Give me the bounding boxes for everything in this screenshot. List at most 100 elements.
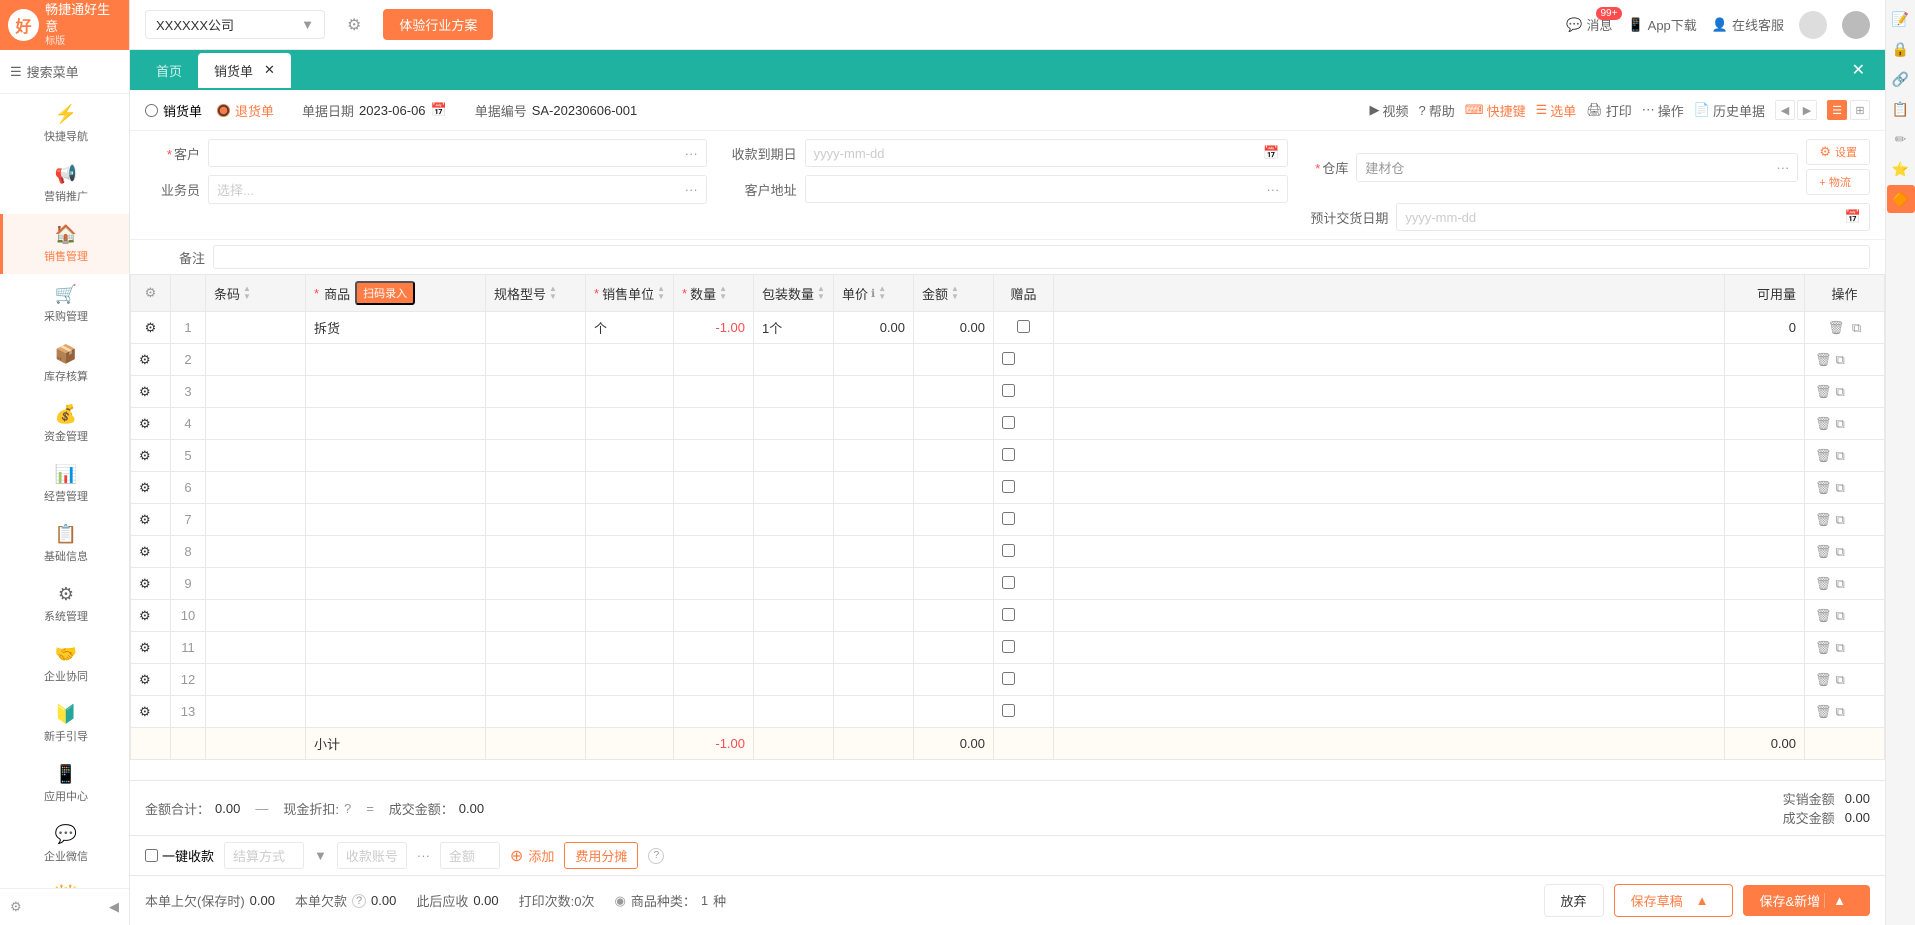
sidebar-item-inventory[interactable]: 📦 库存核算 xyxy=(0,334,129,394)
save-draft-chevron-icon[interactable]: ▲ xyxy=(1687,893,1717,908)
action-history[interactable]: 📄 历史单据 xyxy=(1694,101,1765,120)
right-panel-icon-6[interactable]: ⭐ xyxy=(1887,155,1915,183)
trial-button[interactable]: 体验行业方案 xyxy=(383,9,493,40)
row1-product[interactable]: 拆货 xyxy=(306,312,486,344)
warehouse-input[interactable]: 建材仓 ··· xyxy=(1356,153,1798,182)
r3-settings[interactable]: ⚙ xyxy=(131,376,171,408)
app-download-item[interactable]: 📱 App下载 xyxy=(1627,15,1696,34)
r8-delete[interactable]: 🗑 xyxy=(1815,544,1832,559)
online-service-item[interactable]: 👤 在线客服 xyxy=(1712,15,1784,34)
r13-copy[interactable]: ⧉ xyxy=(1836,704,1845,719)
calendar-icon[interactable]: 📅 xyxy=(431,102,447,118)
avatar[interactable] xyxy=(1799,11,1827,39)
sidebar-item-sales[interactable]: 🏠 销售管理 xyxy=(0,214,129,274)
row1-settings[interactable]: ⚙ xyxy=(131,312,171,344)
r7-settings[interactable]: ⚙ xyxy=(131,504,171,536)
r11-delete[interactable]: 🗑 xyxy=(1815,640,1832,655)
row1-qty[interactable]: -1.00 xyxy=(674,312,754,344)
r7-delete[interactable]: 🗑 xyxy=(1815,512,1832,527)
r9-settings[interactable]: ⚙ xyxy=(131,568,171,600)
r3-delete[interactable]: 🗑 xyxy=(1815,384,1832,399)
sidebar-item-appstore[interactable]: 📱 应用中心 xyxy=(0,754,129,814)
row1-spec[interactable] xyxy=(486,312,586,344)
settings-icon-btn[interactable]: ⚙ xyxy=(335,11,373,39)
right-panel-icon-2[interactable]: 🔒 xyxy=(1887,35,1915,63)
right-panel-icon-5[interactable]: ✏ xyxy=(1887,125,1915,153)
r9-delete[interactable]: 🗑 xyxy=(1815,576,1832,591)
action-ops[interactable]: ⋯ 操作 xyxy=(1642,101,1684,120)
sidebar-item-operations[interactable]: 📊 经营管理 xyxy=(0,454,129,514)
row1-delete-icon[interactable]: 🗑 xyxy=(1828,320,1845,335)
radio-sale-order[interactable]: 销货单 xyxy=(145,101,202,120)
r4-delete[interactable]: 🗑 xyxy=(1815,416,1832,431)
r3-copy[interactable]: ⧉ xyxy=(1836,384,1845,399)
r12-copy[interactable]: ⧉ xyxy=(1836,672,1845,687)
close-window-icon[interactable]: ✕ xyxy=(1852,60,1875,80)
row1-unit[interactable]: 个 xyxy=(586,312,674,344)
amount-field[interactable]: 金额 xyxy=(440,842,500,869)
discount-help-icon[interactable]: ? xyxy=(344,801,351,816)
right-panel-icon-1[interactable]: 📝 xyxy=(1887,5,1915,33)
due-date-input[interactable]: yyyy-mm-dd 📅 xyxy=(805,139,1289,167)
r11-settings[interactable]: ⚙ xyxy=(131,632,171,664)
r9-copy[interactable]: ⧉ xyxy=(1836,576,1845,591)
r11-copy[interactable]: ⧉ xyxy=(1836,640,1845,655)
sidebar-item-finance[interactable]: 💰 资金管理 xyxy=(0,394,129,454)
sidebar-item-collab[interactable]: 🤝 企业协同 xyxy=(0,634,129,694)
message-icon-item[interactable]: 💬 消息 99+ xyxy=(1566,15,1612,34)
discard-button[interactable]: 放弃 xyxy=(1544,884,1604,917)
sidebar-item-system[interactable]: ⚙ 系统管理 xyxy=(0,574,129,634)
action-select[interactable]: ☰ 选单 xyxy=(1536,101,1577,120)
r6-copy[interactable]: ⧉ xyxy=(1836,480,1845,495)
r4-settings[interactable]: ⚙ xyxy=(131,408,171,440)
r10-copy[interactable]: ⧉ xyxy=(1836,608,1845,623)
r2-settings[interactable]: ⚙ xyxy=(131,344,171,376)
account-dots[interactable]: ··· xyxy=(417,848,430,863)
row1-copy-icon[interactable]: ⧉ xyxy=(1852,320,1861,335)
tab-home[interactable]: 首页 xyxy=(140,53,198,88)
r5-settings[interactable]: ⚙ xyxy=(131,440,171,472)
sidebar-item-wechat[interactable]: 💬 企业微信 xyxy=(0,814,129,874)
save-draft-button[interactable]: 保存草稿 ▲ xyxy=(1614,884,1734,917)
one-click-payment-checkbox[interactable]: 一键收款 xyxy=(145,846,214,865)
prev-page-btn[interactable]: ◀ xyxy=(1775,100,1795,120)
r6-settings[interactable]: ⚙ xyxy=(131,472,171,504)
expense-split-button[interactable]: 费用分摊 xyxy=(564,842,638,869)
sidebar-item-guide[interactable]: 🔰 新手引导 xyxy=(0,694,129,754)
save-new-button[interactable]: 保存&新增 ▲ xyxy=(1743,885,1870,916)
r2-delete[interactable]: 🗑 xyxy=(1815,352,1832,367)
right-panel-icon-4[interactable]: 📋 xyxy=(1887,95,1915,123)
avatar-extra[interactable] xyxy=(1842,11,1870,39)
r13-delete[interactable]: 🗑 xyxy=(1815,704,1832,719)
r2-copy[interactable]: ⧉ xyxy=(1836,352,1845,367)
sidebar-item-purchase[interactable]: 🛒 采购管理 xyxy=(0,274,129,334)
settings-button[interactable]: ⚙ 设置 xyxy=(1806,139,1870,165)
sidebar-item-base[interactable]: 📋 基础信息 xyxy=(0,514,129,574)
sidebar-item-quick-nav[interactable]: ⚡ 快捷导航 xyxy=(0,94,129,154)
action-print[interactable]: 🖨 打印 xyxy=(1586,101,1632,120)
r5-copy[interactable]: ⧉ xyxy=(1836,448,1845,463)
save-new-chevron-icon[interactable]: ▲ xyxy=(1824,893,1854,908)
customer-address-input[interactable]: ··· xyxy=(805,175,1289,203)
grid-view-btn[interactable]: ⊞ xyxy=(1850,100,1870,120)
right-panel-icon-3[interactable]: 🔗 xyxy=(1887,65,1915,93)
sidebar-collapse-icon[interactable]: ◀ xyxy=(109,899,119,915)
sidebar-item-marketing[interactable]: 📢 营销推广 xyxy=(0,154,129,214)
add-circle-icon[interactable]: ⊕ xyxy=(510,846,523,866)
row1-gift[interactable] xyxy=(994,312,1054,344)
r10-settings[interactable]: ⚙ xyxy=(131,600,171,632)
r8-copy[interactable]: ⧉ xyxy=(1836,544,1845,559)
action-help[interactable]: ? 帮助 xyxy=(1419,101,1455,120)
sidebar-item-member[interactable]: 👑 畅会员 xyxy=(0,874,129,888)
table-settings-icon[interactable]: ⚙ xyxy=(145,285,157,300)
debt-help-icon[interactable]: ? xyxy=(352,894,366,908)
list-view-btn[interactable]: ☰ xyxy=(1827,100,1847,120)
delivery-date-input[interactable]: yyyy-mm-dd 📅 xyxy=(1396,203,1870,231)
r8-settings[interactable]: ⚙ xyxy=(131,536,171,568)
customer-input[interactable]: ··· xyxy=(208,139,707,167)
tab-sales-order[interactable]: 销货单 ✕ xyxy=(198,53,291,88)
company-selector[interactable]: XXXXXX公司 ▼ xyxy=(145,10,325,39)
r13-settings[interactable]: ⚙ xyxy=(131,696,171,728)
r12-delete[interactable]: 🗑 xyxy=(1815,672,1832,687)
sidebar-settings-icon[interactable]: ⚙ xyxy=(10,899,22,915)
